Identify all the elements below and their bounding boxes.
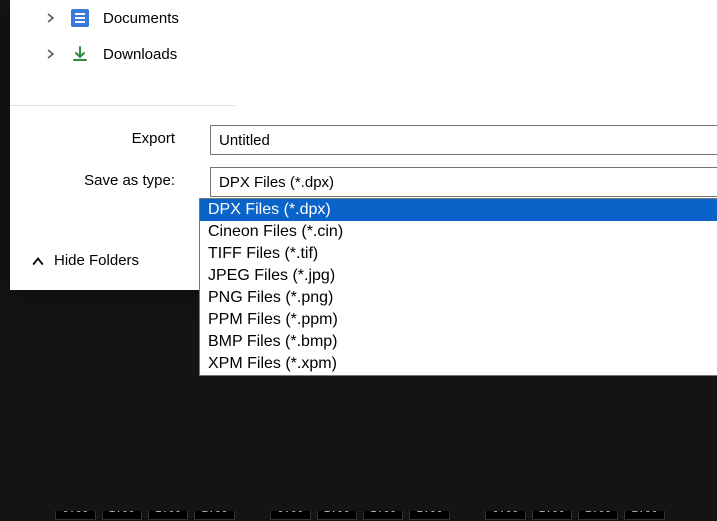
value-box[interactable]: 1.00 [317,500,357,520]
documents-icon [71,9,89,27]
value-box[interactable]: 1.00 [194,500,234,520]
dropdown-option[interactable]: JPEG Files (*.jpg) [200,265,717,287]
tree-item-label: Downloads [103,46,177,63]
file-type-combobox[interactable]: DPX Files (*.dpx) [210,167,717,197]
dropdown-option[interactable]: DPX Files (*.dpx) [200,199,717,221]
dropdown-option[interactable]: TIFF Files (*.tif) [200,243,717,265]
value-box[interactable]: 1.00 [624,500,664,520]
chevron-right-icon [45,48,57,60]
hide-folders-button[interactable]: Hide Folders [32,252,139,269]
tree-item-label: Documents [103,10,179,27]
dropdown-option[interactable]: Cineon Files (*.cin) [200,221,717,243]
value-box[interactable]: 1.00 [578,500,618,520]
dropdown-option[interactable]: PPM Files (*.ppm) [200,309,717,331]
value-box[interactable]: 1.00 [102,500,142,520]
wheel-handle[interactable] [141,401,149,409]
combobox-value: DPX Files (*.dpx) [219,174,334,191]
hide-folders-label: Hide Folders [54,252,139,269]
wheel-values: 0.00 1.00 1.00 1.00 [60,500,230,520]
download-icon [71,45,89,63]
dropdown-option[interactable]: BMP Files (*.bmp) [200,331,717,353]
tree-item-documents[interactable]: Documents [10,0,235,36]
export-label: Export [10,130,185,147]
wheel-handle[interactable] [571,401,579,409]
chevron-up-icon [32,255,44,267]
dropdown-option[interactable]: XPM Files (*.xpm) [200,353,717,375]
value-box[interactable]: 0.00 [55,500,95,520]
filename-input[interactable] [210,125,717,155]
file-type-dropdown[interactable]: DPX Files (*.dpx)Cineon Files (*.cin)TIF… [199,198,717,376]
save-as-type-label: Save as type: [10,172,185,189]
folder-tree: Documents Downloads [10,0,235,106]
wheel-values: 0.00 1.00 1.00 1.00 [490,500,660,520]
value-box[interactable]: 1.00 [363,500,403,520]
wheel-handle[interactable] [356,401,364,409]
value-box[interactable]: 1.00 [409,500,449,520]
value-box[interactable]: 0.00 [270,500,310,520]
dropdown-option[interactable]: PNG Files (*.png) [200,287,717,309]
wheel-values: 0.00 1.00 1.00 1.00 [275,500,445,520]
value-box[interactable]: 1.00 [532,500,572,520]
value-box[interactable]: 0.00 [485,500,525,520]
value-box[interactable]: 1.00 [148,500,188,520]
tree-item-downloads[interactable]: Downloads [10,36,235,72]
chevron-right-icon [45,12,57,24]
